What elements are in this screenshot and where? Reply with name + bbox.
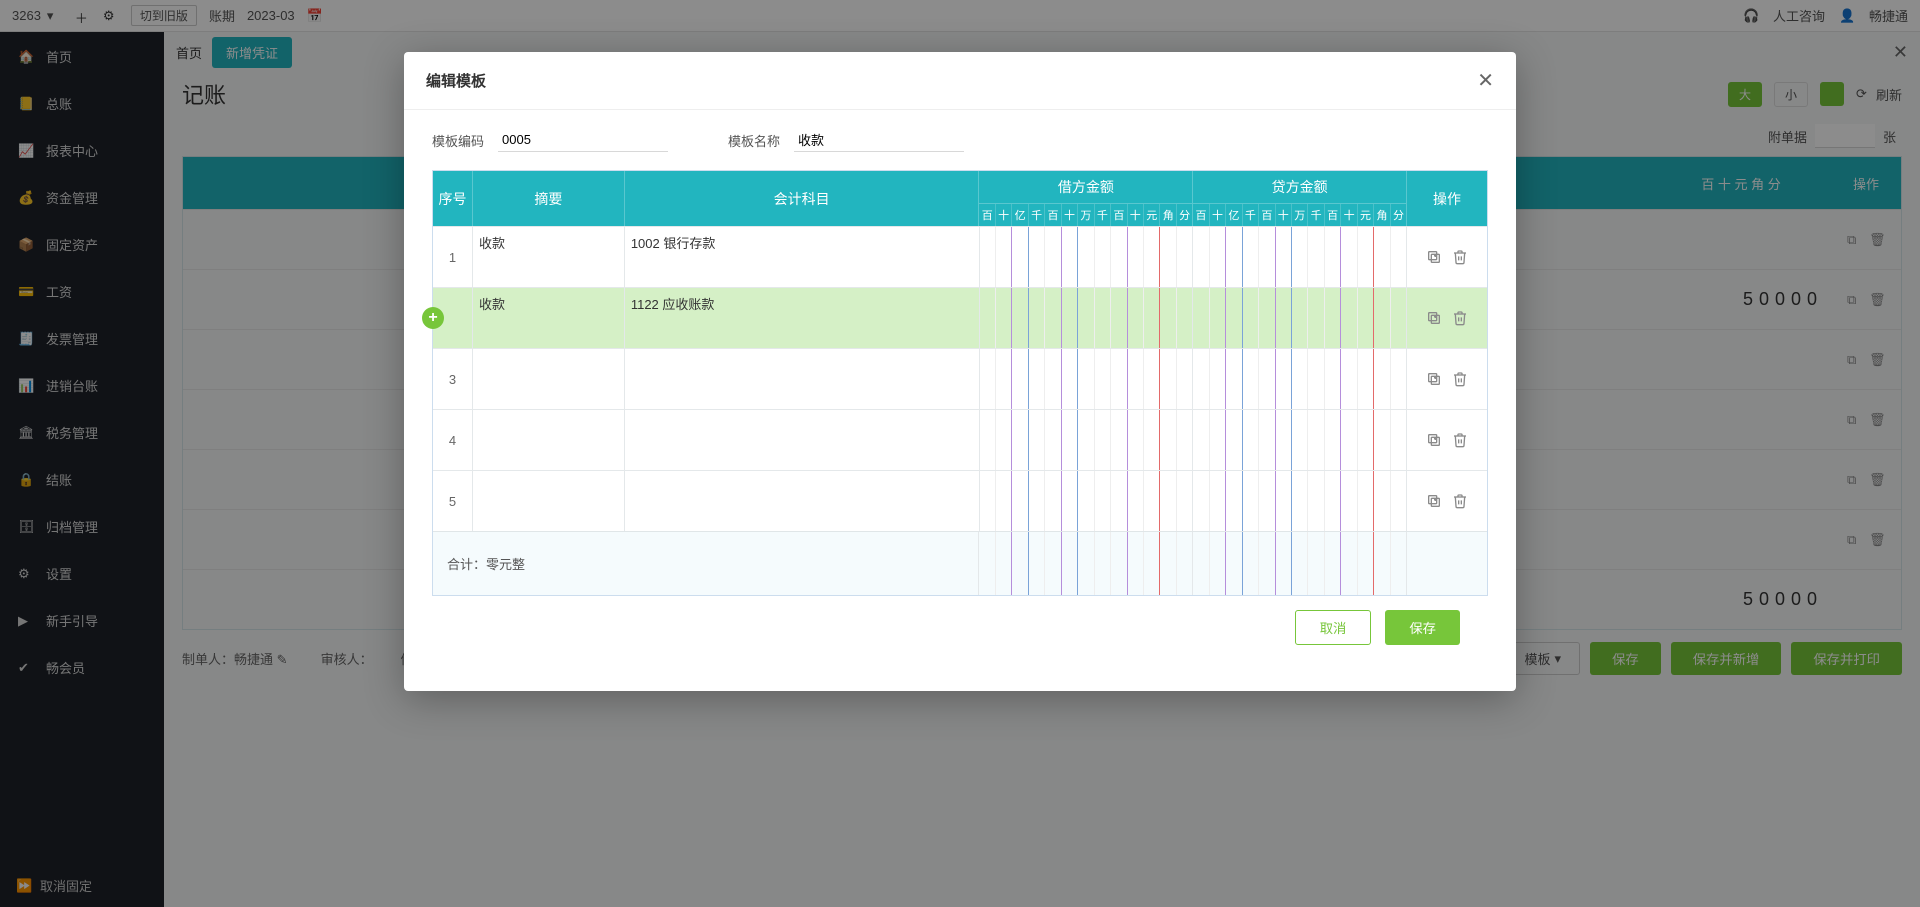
cell-credit[interactable] — [1193, 349, 1407, 409]
cell-summary[interactable]: 收款 — [473, 288, 625, 348]
th-summary: 摘要 — [473, 171, 625, 226]
debit-units: 百十亿千百十万千百十元角分 — [979, 204, 1192, 226]
cell-seq: 1 — [433, 227, 473, 287]
cell-subject[interactable]: 1002 银行存款 — [625, 227, 980, 287]
table-row[interactable]: 1收款1002 银行存款 — [433, 226, 1487, 287]
cell-ops — [1407, 471, 1487, 531]
template-table: 序号 摘要 会计科目 借方金额 百十亿千百十万千百十元角分 贷方金额 百十亿千百… — [432, 170, 1488, 596]
cell-credit[interactable] — [1193, 471, 1407, 531]
copy-icon[interactable] — [1426, 249, 1442, 265]
total-text: 零元整 — [486, 554, 525, 573]
th-debit: 借方金额 百十亿千百十万千百十元角分 — [979, 171, 1193, 226]
cell-ops — [1407, 288, 1487, 348]
total-credit — [1193, 532, 1407, 595]
th-credit-label: 贷方金额 — [1193, 171, 1406, 204]
template-name-input[interactable] — [794, 128, 964, 152]
cell-seq: 4 — [433, 410, 473, 470]
cell-credit[interactable] — [1193, 410, 1407, 470]
table-row[interactable]: 4 — [433, 409, 1487, 470]
trash-icon[interactable] — [1452, 371, 1468, 387]
total-row: 合计： 零元整 — [433, 532, 979, 595]
cell-summary[interactable] — [473, 471, 625, 531]
edit-template-modal: 编辑模板 ✕ 模板编码 模板名称 序号 摘要 会计科目 借方金额 百十亿千百十 — [404, 52, 1516, 691]
save-button[interactable]: 保存 — [1385, 610, 1460, 645]
copy-icon[interactable] — [1426, 371, 1442, 387]
cell-debit[interactable] — [980, 349, 1194, 409]
th-seq: 序号 — [433, 171, 473, 226]
th-debit-label: 借方金额 — [979, 171, 1192, 204]
total-debit — [979, 532, 1193, 595]
th-subject: 会计科目 — [625, 171, 980, 226]
cell-summary[interactable] — [473, 410, 625, 470]
cell-seq: 3 — [433, 349, 473, 409]
th-ops: 操作 — [1407, 171, 1487, 226]
close-icon[interactable]: ✕ — [1477, 68, 1494, 93]
cancel-button[interactable]: 取消 — [1295, 610, 1372, 645]
trash-icon[interactable] — [1452, 310, 1468, 326]
table-row[interactable]: 5 — [433, 470, 1487, 531]
template-name-label: 模板名称 — [728, 131, 780, 150]
cell-ops — [1407, 349, 1487, 409]
trash-icon[interactable] — [1452, 432, 1468, 448]
credit-units: 百十亿千百十万千百十元角分 — [1193, 204, 1406, 226]
cell-debit[interactable] — [980, 227, 1194, 287]
template-code-label: 模板编码 — [432, 131, 484, 150]
cell-summary[interactable]: 收款 — [473, 227, 625, 287]
th-credit: 贷方金额 百十亿千百十万千百十元角分 — [1193, 171, 1407, 226]
cell-summary[interactable] — [473, 349, 625, 409]
copy-icon[interactable] — [1426, 310, 1442, 326]
cell-ops — [1407, 410, 1487, 470]
table-row[interactable]: 3 — [433, 348, 1487, 409]
add-row-button[interactable]: + — [422, 307, 444, 329]
cell-credit[interactable] — [1193, 227, 1407, 287]
cell-debit[interactable] — [980, 288, 1194, 348]
cell-subject[interactable]: 1122 应收账款 — [625, 288, 980, 348]
modal-title: 编辑模板 — [426, 70, 486, 91]
copy-icon[interactable] — [1426, 493, 1442, 509]
table-row[interactable]: +收款1122 应收账款 — [433, 287, 1487, 348]
cell-seq: 5 — [433, 471, 473, 531]
copy-icon[interactable] — [1426, 432, 1442, 448]
cell-debit[interactable] — [980, 471, 1194, 531]
cell-debit[interactable] — [980, 410, 1194, 470]
template-code-input[interactable] — [498, 128, 668, 152]
cell-subject[interactable] — [625, 410, 980, 470]
total-label: 合计： — [447, 554, 486, 573]
cell-credit[interactable] — [1193, 288, 1407, 348]
cell-subject[interactable] — [625, 349, 980, 409]
cell-subject[interactable] — [625, 471, 980, 531]
trash-icon[interactable] — [1452, 249, 1468, 265]
cell-ops — [1407, 227, 1487, 287]
trash-icon[interactable] — [1452, 493, 1468, 509]
